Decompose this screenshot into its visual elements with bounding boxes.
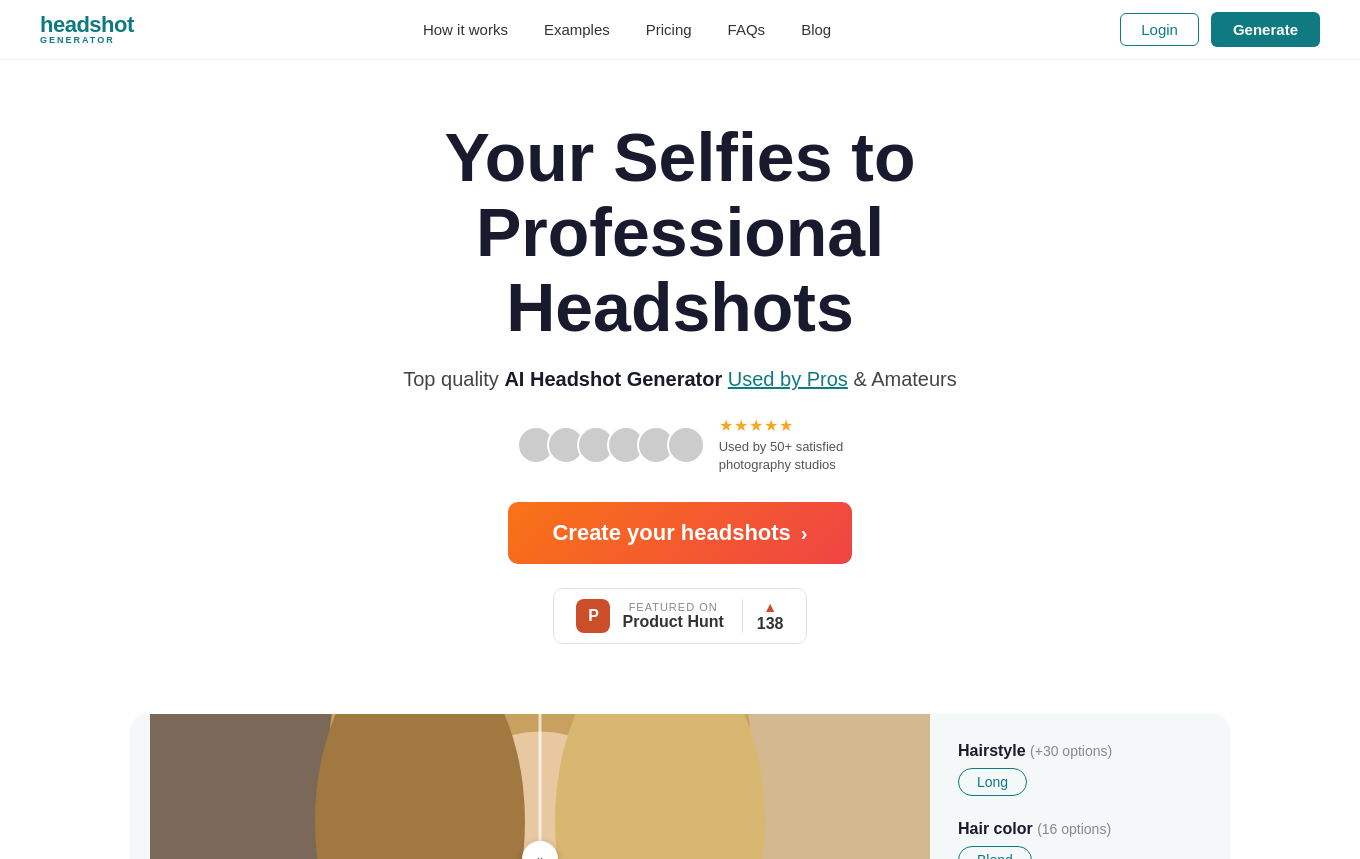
options-panel: Hairstyle (+30 options) Long Hair color … [930, 714, 1210, 859]
hair-color-pill[interactable]: Blond [958, 846, 1032, 859]
social-proof: ★★★★★ Used by 50+ satisfied photography … [250, 415, 1110, 474]
arrow-icon: › [801, 522, 808, 545]
nav-pricing[interactable]: Pricing [646, 21, 692, 38]
before-after-image: Before After ‹› [150, 714, 930, 859]
nav-actions: Login Generate [1120, 12, 1320, 47]
hairstyle-option: Hairstyle (+30 options) Long [958, 742, 1182, 796]
product-hunt-badge[interactable]: P FEATURED ON Product Hunt ▲ 138 [553, 588, 806, 644]
nav-how-it-works[interactable]: How it works [423, 21, 508, 38]
demo-section: Before After ‹› Hairstyle (+30 options) … [130, 714, 1230, 859]
before-after-container: Before After ‹› [150, 714, 930, 859]
logo-text: headshot [40, 14, 134, 36]
create-headshots-button[interactable]: Create your headshots › [508, 502, 851, 564]
star-rating: ★★★★★ [719, 415, 844, 437]
before-label-area: Before [150, 714, 540, 859]
divider-icon: ‹› [536, 852, 545, 859]
avatar [667, 426, 705, 464]
used-by-pros-link[interactable]: Used by Pros [728, 368, 848, 390]
logo-sub: GENERATOR [40, 36, 134, 45]
navbar: headshot GENERATOR How it works Examples… [0, 0, 1360, 60]
hero-headline: Your Selfies to Professional Headshots [250, 120, 1110, 344]
cta-area: Create your headshots › [250, 502, 1110, 588]
nav-examples[interactable]: Examples [544, 21, 610, 38]
upvote-triangle-icon: ▲ [763, 599, 777, 615]
after-label-area: After [540, 714, 930, 859]
nav-faqs[interactable]: FAQs [728, 21, 766, 38]
social-text: ★★★★★ Used by 50+ satisfied photography … [719, 415, 844, 474]
product-hunt-upvote: ▲ 138 [742, 599, 784, 633]
nav-blog[interactable]: Blog [801, 21, 831, 38]
product-hunt-icon: P [576, 599, 610, 633]
product-hunt-text: FEATURED ON Product Hunt [622, 601, 723, 631]
hero-section: Your Selfies to Professional Headshots T… [230, 60, 1130, 714]
hairstyle-pill[interactable]: Long [958, 768, 1027, 796]
avatar-group [517, 426, 705, 464]
hero-subtext: Top quality AI Headshot Generator Used b… [250, 368, 1110, 391]
hair-color-option: Hair color (16 options) Blond [958, 820, 1182, 859]
logo[interactable]: headshot GENERATOR [40, 14, 134, 45]
nav-links: How it works Examples Pricing FAQs Blog [423, 21, 831, 38]
login-button[interactable]: Login [1120, 13, 1199, 46]
generate-button[interactable]: Generate [1211, 12, 1320, 47]
